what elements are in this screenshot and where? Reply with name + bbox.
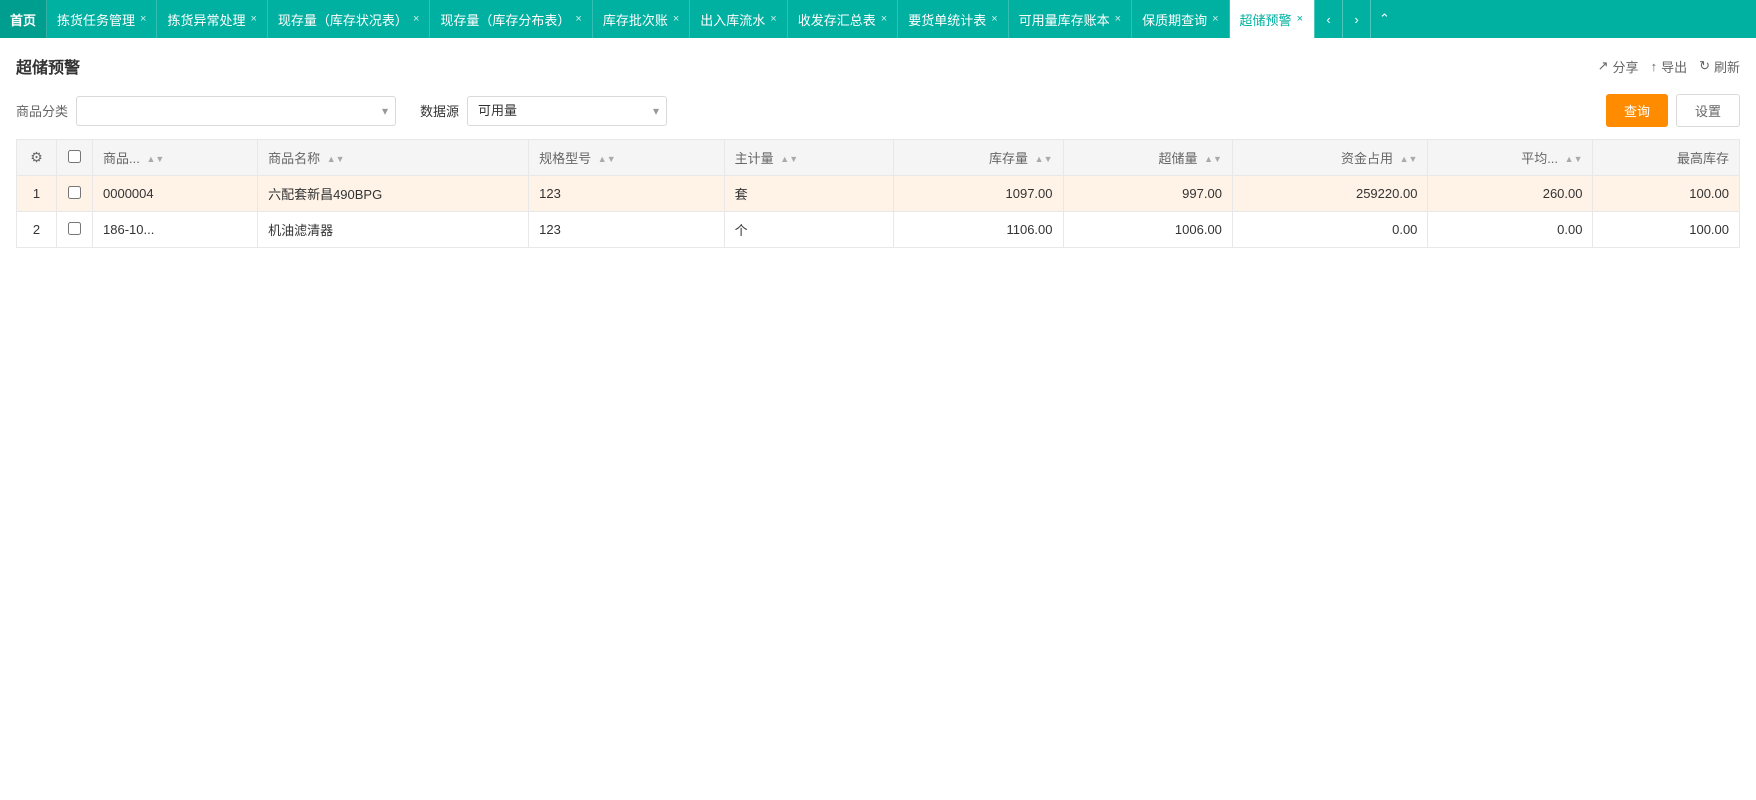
close-icon-4[interactable]: × [575, 13, 581, 25]
nav-tab-11[interactable]: 超储预警 × [1230, 0, 1314, 38]
cell-avg-1: 0.00 [1428, 212, 1593, 248]
nav-bar: 首页 拣货任务管理 × 拣货异常处理 × 现存量（库存状况表） × 现存量（库存… [0, 0, 1756, 38]
cell-max-0: 100.00 [1593, 176, 1740, 212]
share-button[interactable]: ↗ 分享 [1598, 57, 1639, 76]
nav-next-arrow[interactable]: › [1342, 0, 1370, 38]
th-name[interactable]: 商品名称 ▲▼ [258, 140, 529, 176]
row-checkbox-0[interactable] [68, 186, 81, 199]
nav-tab-3[interactable]: 现存量（库存状况表） × [268, 0, 430, 38]
close-icon-8[interactable]: × [991, 13, 997, 25]
cell-max-1: 100.00 [1593, 212, 1740, 248]
filter-category: 商品分类 [16, 96, 396, 126]
cell-stock-0: 1097.00 [894, 176, 1063, 212]
cell-name-0: 六配套新昌490BPG [258, 176, 529, 212]
close-icon-1[interactable]: × [140, 13, 146, 25]
table-row: 2 186-10... 机油滤清器 123 个 1106.00 1006.00 … [17, 212, 1740, 248]
datasource-select[interactable]: 可用量 [467, 96, 667, 126]
th-settings[interactable]: ⚙ [17, 140, 57, 176]
cell-over-1: 1006.00 [1063, 212, 1232, 248]
gear-icon[interactable]: ⚙ [30, 149, 43, 165]
cell-num-1: 2 [17, 212, 57, 248]
row-checkbox-1[interactable] [68, 222, 81, 235]
th-unit[interactable]: 主计量 ▲▼ [724, 140, 893, 176]
datasource-select-wrap: 可用量 [467, 96, 667, 126]
category-label: 商品分类 [16, 101, 68, 120]
th-capital[interactable]: 资金占用 ▲▼ [1232, 140, 1428, 176]
cell-spec-0: 123 [529, 176, 725, 212]
page-header: 超储预警 ↗ 分享 ↑ 导出 ↻ 刷新 [16, 54, 1740, 78]
cell-avg-0: 260.00 [1428, 176, 1593, 212]
close-icon-3[interactable]: × [413, 13, 419, 25]
filter-datasource: 数据源 可用量 [420, 96, 667, 126]
data-table: ⚙ 商品... ▲▼ 商品名称 ▲▼ 规格型号 ▲▼ 主计 [16, 139, 1740, 248]
th-over[interactable]: 超储量 ▲▼ [1063, 140, 1232, 176]
cell-unit-0: 套 [724, 176, 893, 212]
close-icon-2[interactable]: × [250, 13, 256, 25]
cell-stock-1: 1106.00 [894, 212, 1063, 248]
cell-num-0: 1 [17, 176, 57, 212]
sort-icon-unit[interactable]: ▲▼ [780, 155, 798, 164]
refresh-icon: ↻ [1699, 58, 1710, 74]
cell-code-0: 0000004 [93, 176, 258, 212]
select-all-checkbox[interactable] [68, 150, 81, 163]
table-row: 1 0000004 六配套新昌490BPG 123 套 1097.00 997.… [17, 176, 1740, 212]
cell-capital-0: 259220.00 [1232, 176, 1428, 212]
close-icon-6[interactable]: × [770, 13, 776, 25]
close-icon-10[interactable]: × [1212, 13, 1218, 25]
nav-tab-10[interactable]: 保质期查询 × [1132, 0, 1229, 38]
nav-tab-7[interactable]: 收发存汇总表 × [788, 0, 898, 38]
cell-code-1: 186-10... [93, 212, 258, 248]
th-check[interactable] [57, 140, 93, 176]
close-icon-7[interactable]: × [881, 13, 887, 25]
sort-icon-name[interactable]: ▲▼ [327, 155, 345, 164]
cell-name-1: 机油滤清器 [258, 212, 529, 248]
category-select-wrap [76, 96, 396, 126]
nav-menu-arrow[interactable]: ⌃ [1370, 0, 1398, 38]
th-code[interactable]: 商品... ▲▼ [93, 140, 258, 176]
share-icon: ↗ [1598, 58, 1609, 74]
datasource-label: 数据源 [420, 101, 459, 120]
cell-spec-1: 123 [529, 212, 725, 248]
cell-capital-1: 0.00 [1232, 212, 1428, 248]
sort-icon-stock[interactable]: ▲▼ [1035, 155, 1053, 164]
th-avg[interactable]: 平均... ▲▼ [1428, 140, 1593, 176]
nav-prev-arrow[interactable]: ‹ [1314, 0, 1342, 38]
export-button[interactable]: ↑ 导出 [1651, 57, 1688, 76]
table-header-row: ⚙ 商品... ▲▼ 商品名称 ▲▼ 规格型号 ▲▼ 主计 [17, 140, 1740, 176]
th-stock[interactable]: 库存量 ▲▼ [894, 140, 1063, 176]
cell-over-0: 997.00 [1063, 176, 1232, 212]
setting-button[interactable]: 设置 [1676, 94, 1740, 127]
query-button[interactable]: 查询 [1606, 94, 1668, 127]
nav-tab-2[interactable]: 拣货异常处理 × [157, 0, 267, 38]
sort-icon-spec[interactable]: ▲▼ [598, 155, 616, 164]
cell-unit-1: 个 [724, 212, 893, 248]
action-buttons: 查询 设置 [1606, 94, 1740, 127]
close-icon-5[interactable]: × [673, 13, 679, 25]
nav-tab-4[interactable]: 现存量（库存分布表） × [430, 0, 592, 38]
sort-icon-capital[interactable]: ▲▼ [1400, 155, 1418, 164]
sort-icon-avg[interactable]: ▲▼ [1565, 155, 1583, 164]
close-icon-9[interactable]: × [1115, 13, 1121, 25]
nav-tab-1[interactable]: 拣货任务管理 × [47, 0, 157, 38]
filter-bar: 商品分类 数据源 可用量 查询 设置 [16, 94, 1740, 127]
th-max[interactable]: 最高库存 [1593, 140, 1740, 176]
close-icon-11[interactable]: × [1297, 13, 1303, 25]
page-title: 超储预警 [16, 54, 80, 78]
page-content: 超储预警 ↗ 分享 ↑ 导出 ↻ 刷新 商品分类 [0, 38, 1756, 800]
cell-check-0[interactable] [57, 176, 93, 212]
nav-tab-6[interactable]: 出入库流水 × [690, 0, 787, 38]
nav-tab-5[interactable]: 库存批次账 × [593, 0, 690, 38]
header-actions: ↗ 分享 ↑ 导出 ↻ 刷新 [1598, 57, 1740, 76]
refresh-button[interactable]: ↻ 刷新 [1699, 57, 1740, 76]
nav-tab-9[interactable]: 可用量库存账本 × [1009, 0, 1132, 38]
nav-tab-8[interactable]: 要货单统计表 × [898, 0, 1008, 38]
nav-tab-home[interactable]: 首页 [0, 0, 47, 38]
sort-icon-over[interactable]: ▲▼ [1204, 155, 1222, 164]
export-icon: ↑ [1651, 59, 1658, 74]
category-select[interactable] [76, 96, 396, 126]
sort-icon-code[interactable]: ▲▼ [146, 155, 164, 164]
th-spec[interactable]: 规格型号 ▲▼ [529, 140, 725, 176]
cell-check-1[interactable] [57, 212, 93, 248]
